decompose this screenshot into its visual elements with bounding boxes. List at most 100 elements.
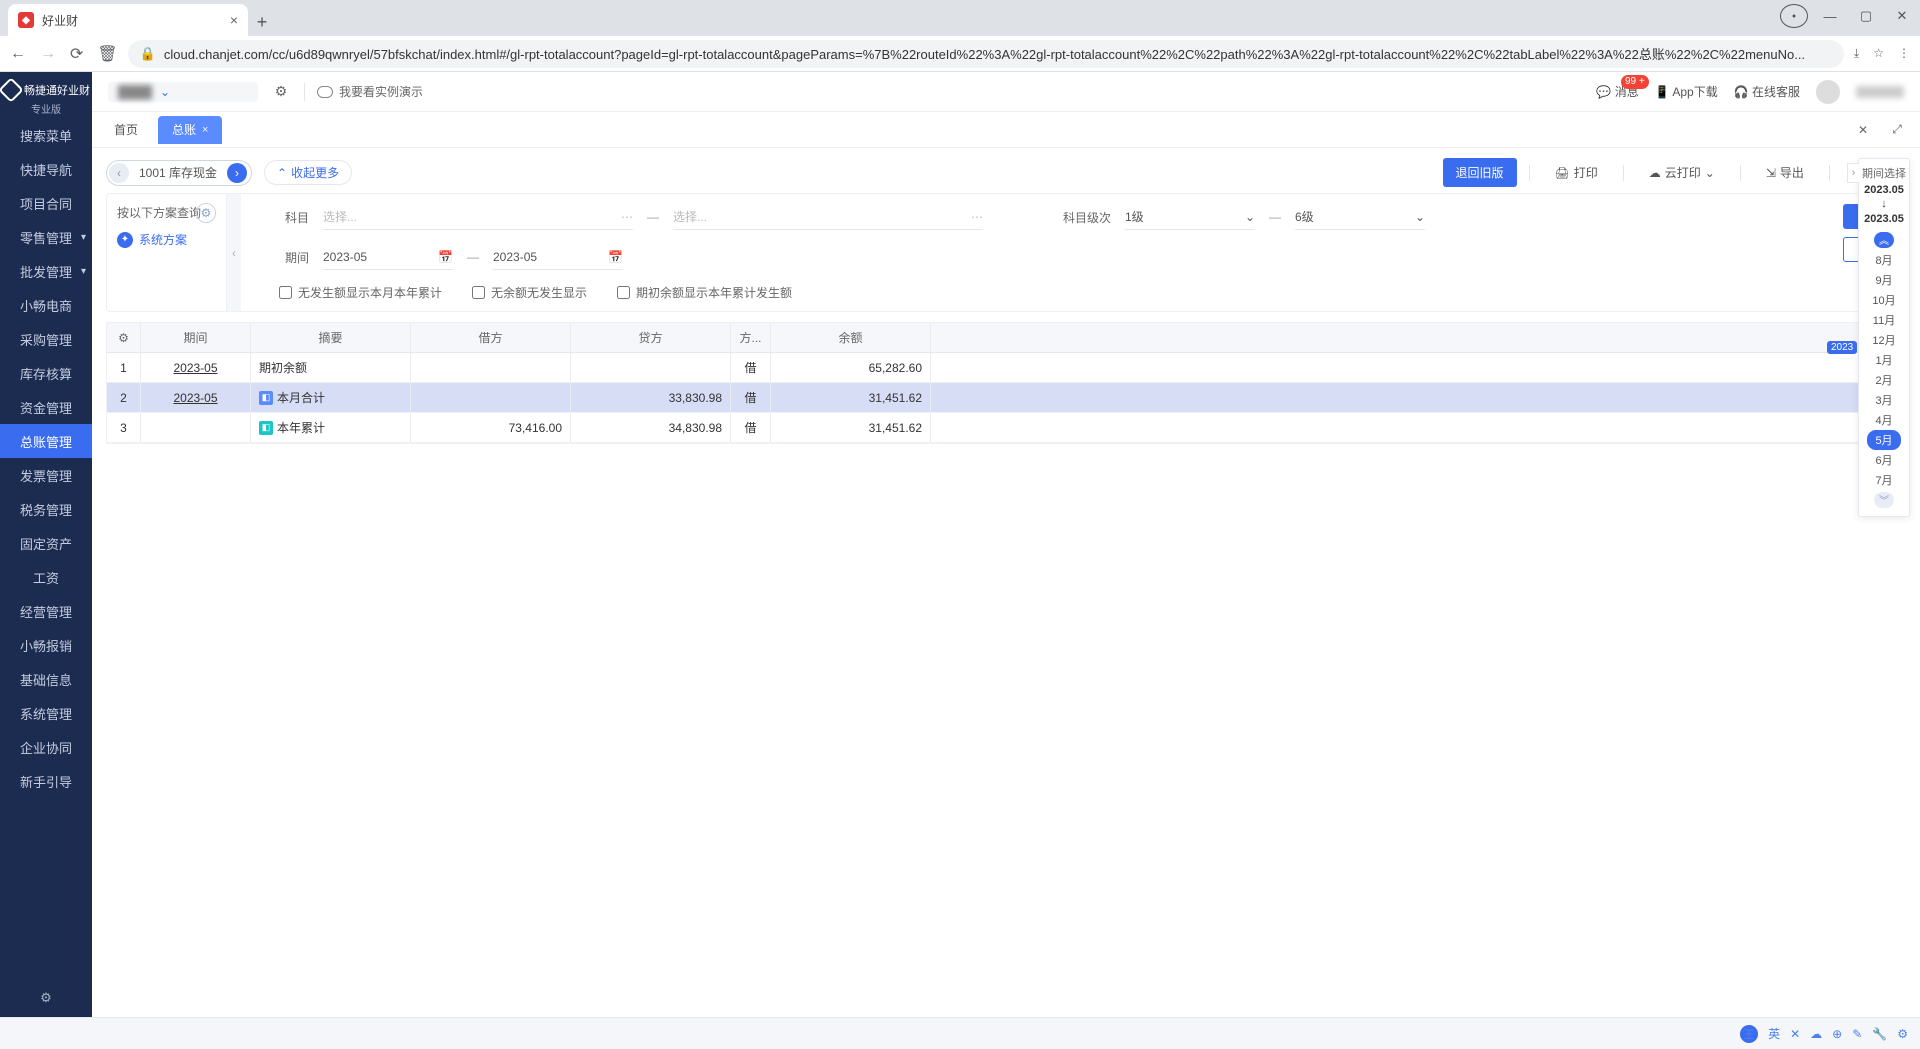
account-icon[interactable] bbox=[1780, 4, 1808, 28]
chevron-left-icon[interactable]: ‹ bbox=[109, 163, 129, 183]
table-row[interactable]: 12023-05期初余额借65,282.60 bbox=[107, 353, 1905, 383]
sidebar-item[interactable]: 基础信息 bbox=[0, 662, 92, 696]
back-old-button[interactable]: 退回旧版 bbox=[1443, 158, 1517, 187]
customer-service-button[interactable]: 🎧 在线客服 bbox=[1734, 83, 1800, 100]
period-month[interactable]: 1月 bbox=[1867, 350, 1901, 370]
period-month[interactable]: 2月 bbox=[1867, 370, 1901, 390]
back-icon[interactable]: ← bbox=[10, 45, 26, 63]
new-tab-button[interactable]: + bbox=[248, 8, 276, 36]
close-all-icon[interactable]: ✕ bbox=[1852, 119, 1874, 141]
avatar[interactable] bbox=[1816, 80, 1840, 104]
col-summary[interactable]: 摘要 bbox=[251, 323, 411, 352]
tray-icon[interactable]: ✎ bbox=[1852, 1027, 1862, 1041]
sidebar-item[interactable]: 发票管理 bbox=[0, 458, 92, 492]
sidebar-item[interactable]: 经营管理 bbox=[0, 594, 92, 628]
col-balance[interactable]: 余额 bbox=[771, 323, 931, 352]
period-month[interactable]: 4月 bbox=[1867, 410, 1901, 430]
sidebar-item[interactable]: 小畅报销 bbox=[0, 628, 92, 662]
period-month[interactable]: 8月 bbox=[1867, 250, 1901, 270]
forward-icon[interactable]: → bbox=[40, 45, 56, 63]
sidebar-item[interactable]: 总账管理 bbox=[0, 424, 92, 458]
ime-indicator[interactable]: 英 bbox=[1768, 1025, 1780, 1042]
subject-to-input[interactable]: 选择...⋯ bbox=[673, 204, 983, 230]
cloud-print-button[interactable]: ☁ 云打印 ⌄ bbox=[1636, 158, 1728, 187]
tray-icon[interactable]: 🔧 bbox=[1872, 1027, 1887, 1041]
sidebar-item[interactable]: 工资 bbox=[0, 560, 92, 594]
period-from-input[interactable]: 2023-05📅 bbox=[323, 244, 453, 270]
tray-icon[interactable]: ⚙ bbox=[1897, 1027, 1908, 1041]
fullscreen-icon[interactable]: ⤢ bbox=[1886, 119, 1908, 141]
checkbox-no-occur[interactable]: 无发生额显示本月本年累计 bbox=[279, 284, 442, 301]
sidebar-item[interactable]: 资金管理 bbox=[0, 390, 92, 424]
print-button[interactable]: 🖨 打印 bbox=[1542, 158, 1611, 187]
checkbox-opening-balance[interactable]: 期初余额显示本年累计发生额 bbox=[617, 284, 792, 301]
period-up-icon[interactable]: ︽ bbox=[1874, 232, 1894, 248]
tray-icon[interactable]: ✕ bbox=[1790, 1027, 1800, 1041]
period-month[interactable]: 10月 bbox=[1867, 290, 1901, 310]
url-field[interactable]: 🔒 cloud.chanjet.com/cc/u6d89qwnryel/57bf… bbox=[128, 40, 1844, 68]
tray-icon[interactable]: ☁ bbox=[1810, 1027, 1822, 1041]
tray-icon[interactable]: ⊕ bbox=[1832, 1027, 1842, 1041]
sidebar-item[interactable]: 小畅电商 bbox=[0, 288, 92, 322]
export-button[interactable]: ⇲ 导出 bbox=[1753, 158, 1817, 187]
collapse-left-icon[interactable]: ‹ bbox=[227, 194, 241, 311]
sidebar-item[interactable]: 税务管理 bbox=[0, 492, 92, 526]
app-download-button[interactable]: 📱 App下载 bbox=[1655, 83, 1718, 100]
period-month[interactable]: 6月 bbox=[1867, 450, 1901, 470]
reload-icon[interactable]: ⟳ bbox=[70, 44, 83, 64]
level-from-select[interactable]: 1级⌄ bbox=[1125, 204, 1255, 230]
col-debit[interactable]: 借方 bbox=[411, 323, 571, 352]
menu-icon[interactable]: ⋮ bbox=[1898, 46, 1910, 61]
period-month[interactable]: 11月 bbox=[1867, 310, 1901, 330]
sidebar-item[interactable]: 零售管理▾ bbox=[0, 220, 92, 254]
sidebar-item[interactable]: 项目合同 bbox=[0, 186, 92, 220]
close-window-icon[interactable]: ✕ bbox=[1888, 4, 1916, 28]
col-credit[interactable]: 贷方 bbox=[571, 323, 731, 352]
org-selector[interactable]: ████ ⌄ bbox=[108, 82, 258, 102]
collapse-button[interactable]: ⌃ 收起更多 bbox=[264, 160, 352, 185]
table-row[interactable]: 3◧本年累计73,416.0034,830.98借31,451.62 bbox=[107, 413, 1905, 443]
period-month[interactable]: 9月 bbox=[1867, 270, 1901, 290]
maximize-icon[interactable]: ▢ bbox=[1852, 4, 1880, 28]
sidebar-item[interactable]: 库存核算 bbox=[0, 356, 92, 390]
minimize-icon[interactable]: ― bbox=[1816, 4, 1844, 28]
install-icon[interactable]: ⤓ bbox=[1854, 46, 1859, 61]
demo-link[interactable]: 我要看实例演示 bbox=[317, 83, 423, 100]
sidebar-settings-icon[interactable]: ⚙ bbox=[0, 979, 92, 1017]
sidebar-item[interactable]: 批发管理▾ bbox=[0, 254, 92, 288]
sidebar-item[interactable]: 企业协同 bbox=[0, 730, 92, 764]
period-month[interactable]: 12月 bbox=[1867, 330, 1901, 350]
level-to-select[interactable]: 6级⌄ bbox=[1295, 204, 1425, 230]
table-row[interactable]: 22023-05◧本月合计33,830.98借31,451.62 bbox=[107, 383, 1905, 413]
col-direction[interactable]: 方... bbox=[731, 323, 771, 352]
more-icon[interactable]: ⋯ bbox=[971, 210, 983, 224]
period-month[interactable]: 7月 bbox=[1867, 470, 1901, 490]
sidebar-item[interactable]: 快捷导航 bbox=[0, 152, 92, 186]
calendar-icon[interactable]: 📅 bbox=[608, 250, 623, 264]
tray-app-icon[interactable]: 王 bbox=[1740, 1025, 1758, 1043]
subject-from-input[interactable]: 选择...⋯ bbox=[323, 204, 633, 230]
gear-column-icon[interactable]: ⚙ bbox=[107, 323, 141, 352]
star-icon[interactable]: ☆ bbox=[1873, 46, 1884, 61]
filter-gear-icon[interactable]: ⚙ bbox=[196, 203, 216, 223]
chevron-right-icon[interactable]: › bbox=[227, 163, 247, 183]
delete-icon[interactable]: 🗑 bbox=[97, 44, 117, 64]
close-tab-icon[interactable]: × bbox=[230, 12, 238, 28]
tab-ledger[interactable]: 总账 × bbox=[158, 116, 222, 144]
period-month[interactable]: 5月 bbox=[1867, 430, 1901, 450]
account-crumb[interactable]: ‹ 1001 库存现金 › bbox=[106, 160, 252, 186]
col-period[interactable]: 期间 bbox=[141, 323, 251, 352]
more-icon[interactable]: ⋯ bbox=[621, 210, 633, 224]
system-scheme-button[interactable]: ✦ 系统方案 bbox=[117, 231, 187, 248]
period-to-input[interactable]: 2023-05📅 bbox=[493, 244, 623, 270]
sidebar-item[interactable]: 系统管理 bbox=[0, 696, 92, 730]
period-down-icon[interactable]: ︾ bbox=[1874, 492, 1894, 508]
tab-home[interactable]: 首页 bbox=[100, 116, 152, 144]
sidebar-item[interactable]: 采购管理 bbox=[0, 322, 92, 356]
browser-tab[interactable]: ◆ 好业财 × bbox=[8, 4, 248, 36]
close-tab-icon[interactable]: × bbox=[202, 124, 208, 136]
org-settings-icon[interactable]: ⚙ bbox=[270, 81, 292, 103]
period-link[interactable]: 2023-05 bbox=[173, 391, 217, 405]
sidebar-item[interactable]: 新手引导 bbox=[0, 764, 92, 798]
sidebar-item[interactable]: 搜索菜单 bbox=[0, 118, 92, 152]
